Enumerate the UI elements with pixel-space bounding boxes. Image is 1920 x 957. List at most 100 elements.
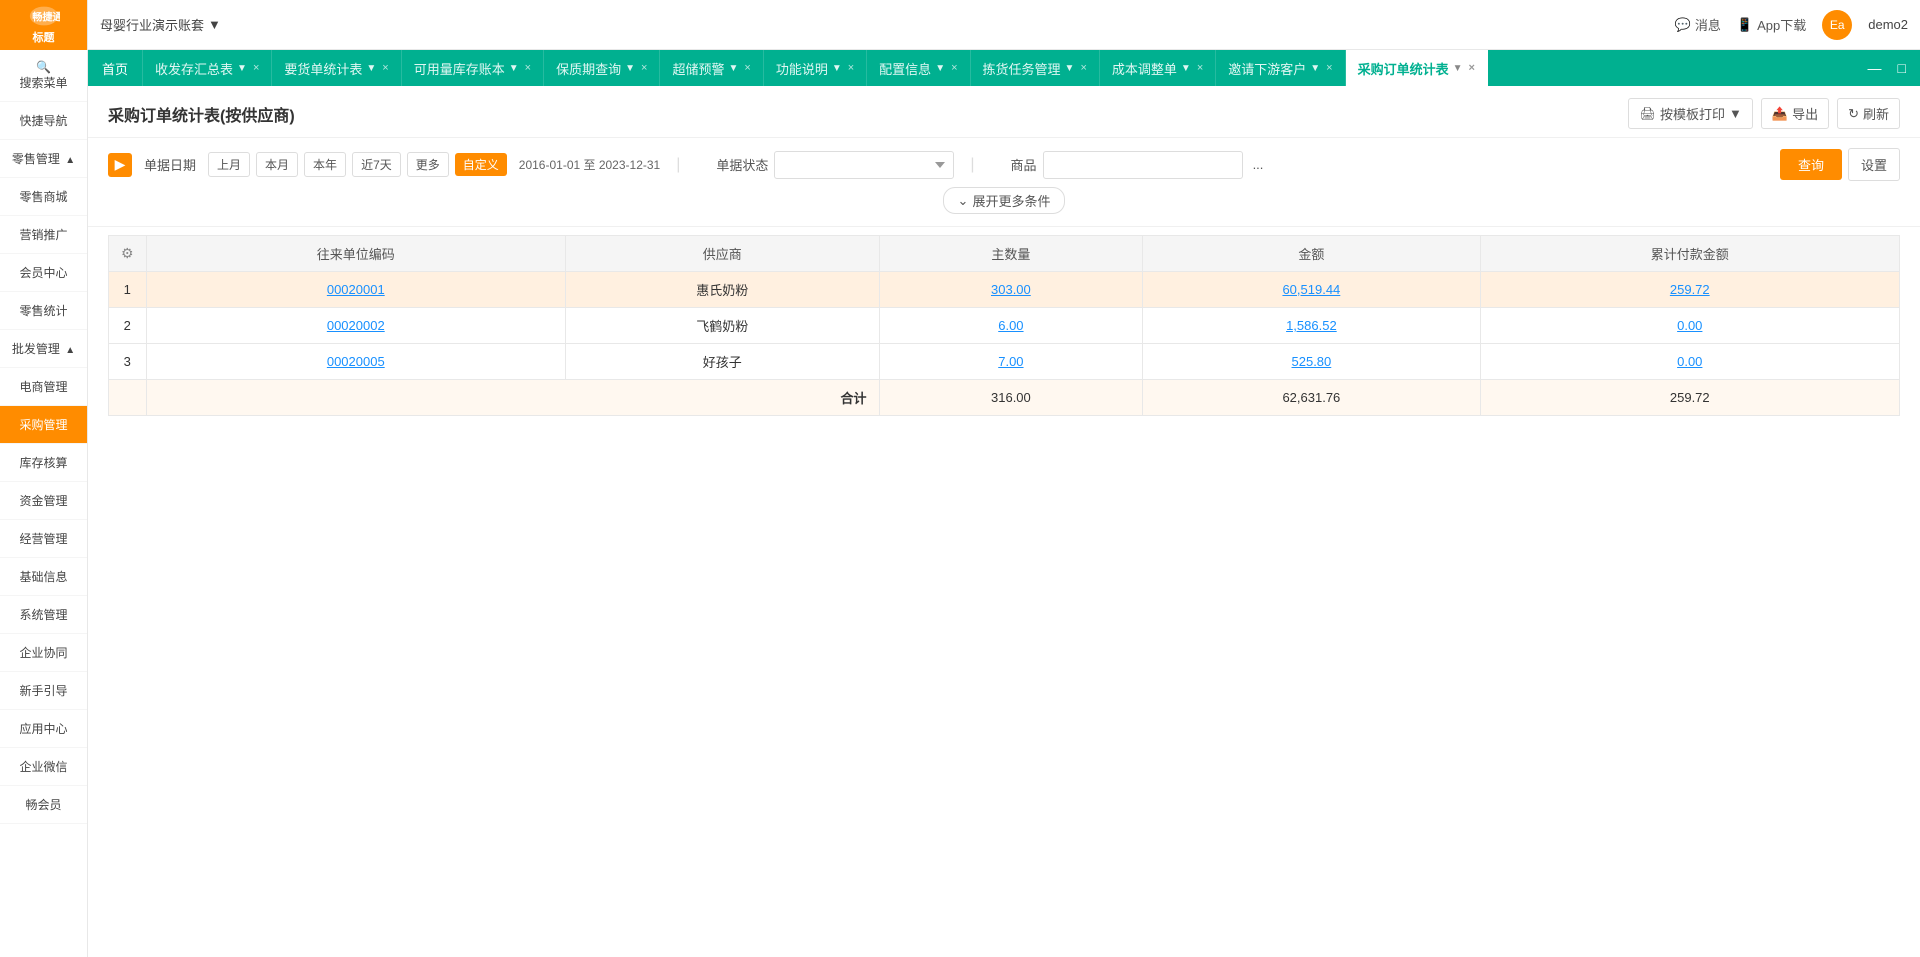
footer-paid: 259.72 xyxy=(1480,380,1899,416)
sidebar-item-vip[interactable]: 畅会员 xyxy=(0,786,87,824)
close-tab-config[interactable]: × xyxy=(951,62,957,74)
close-tab-collect-pay[interactable]: × xyxy=(253,62,259,74)
close-tab-invite-downstream[interactable]: × xyxy=(1326,62,1332,74)
this-month-label: 本月 xyxy=(265,158,289,172)
sidebar-label-newbie: 新手引导 xyxy=(19,684,67,698)
chevron-down-icon-tab7: ▼ xyxy=(1065,63,1075,74)
date-btn-7days[interactable]: 近7天 xyxy=(352,152,401,177)
table-row[interactable]: 3 00020005 好孩子 7.00 525.80 0.00 xyxy=(109,344,1900,380)
sidebar-item-app-center[interactable]: 应用中心 xyxy=(0,710,87,748)
avatar[interactable]: Ea xyxy=(1822,10,1852,40)
export-label: 导出 xyxy=(1792,104,1818,123)
sidebar-item-retail-shop[interactable]: 零售商城 xyxy=(0,178,87,216)
sidebar-item-finance[interactable]: 资金管理 xyxy=(0,482,87,520)
close-tab-purchase-stats[interactable]: × xyxy=(1469,62,1475,74)
maximize-button[interactable]: □ xyxy=(1892,58,1912,78)
column-settings-icon[interactable]: ⚙ xyxy=(121,245,134,261)
sidebar-item-search-menu[interactable]: 🔍 搜索菜单 xyxy=(0,50,87,102)
row-qty-1[interactable]: 303.00 xyxy=(879,272,1143,308)
row-paid-3[interactable]: 0.00 xyxy=(1480,344,1899,380)
row-amount-1[interactable]: 60,519.44 xyxy=(1143,272,1480,308)
tab-available-stock[interactable]: 可用量库存账本 ▼ × xyxy=(402,50,544,86)
logo-text: 标题 xyxy=(33,29,55,45)
tab-requisition[interactable]: 要货单统计表 ▼ × xyxy=(272,50,401,86)
logo[interactable]: 畅捷通 标题 xyxy=(0,0,87,50)
row-qty-3[interactable]: 7.00 xyxy=(879,344,1143,380)
close-tab-requisition[interactable]: × xyxy=(382,62,388,74)
goods-filter-input[interactable] xyxy=(1043,151,1243,179)
row-code-1[interactable]: 00020001 xyxy=(146,272,565,308)
more-filter-button[interactable]: ... xyxy=(1253,157,1264,172)
tab-home[interactable]: 首页 xyxy=(88,50,143,86)
workspace-selector[interactable]: 母婴行业演示账套 ▼ xyxy=(100,15,221,34)
status-filter-select[interactable] xyxy=(774,151,954,179)
minimize-button[interactable]: — xyxy=(1862,58,1888,78)
7days-label: 近7天 xyxy=(361,158,392,172)
export-button[interactable]: 📤 导出 xyxy=(1761,98,1829,129)
row-qty-2[interactable]: 6.00 xyxy=(879,308,1143,344)
close-tab-picking-task[interactable]: × xyxy=(1080,62,1086,74)
sidebar-item-ecommerce[interactable]: 电商管理 xyxy=(0,368,87,406)
tab-shelf-life[interactable]: 保质期查询 ▼ × xyxy=(544,50,660,86)
close-tab-functions[interactable]: × xyxy=(848,62,854,74)
message-button[interactable]: 💬 消息 xyxy=(1675,15,1721,34)
sidebar-item-system[interactable]: 系统管理 xyxy=(0,596,87,634)
sidebar-item-operations[interactable]: 经营管理 xyxy=(0,520,87,558)
tab-functions[interactable]: 功能说明 ▼ × xyxy=(764,50,867,86)
expand-filter-button[interactable]: ⌄ 展开更多条件 xyxy=(943,187,1066,214)
tab-config[interactable]: 配置信息 ▼ × xyxy=(867,50,970,86)
close-tab-available-stock[interactable]: × xyxy=(525,62,531,74)
date-btn-more[interactable]: 更多 xyxy=(407,152,449,177)
row-paid-1[interactable]: 259.72 xyxy=(1480,272,1899,308)
refresh-label: 刷新 xyxy=(1863,104,1889,123)
sidebar-item-inventory[interactable]: 库存核算 xyxy=(0,444,87,482)
date-btn-last-month[interactable]: 上月 xyxy=(208,152,250,177)
print-button[interactable]: 🖨 按模板打印 ▼ xyxy=(1628,98,1752,129)
refresh-button[interactable]: ↻ 刷新 xyxy=(1837,98,1900,129)
sidebar-item-corp-wechat[interactable]: 企业微信 xyxy=(0,748,87,786)
table-row[interactable]: 1 00020001 惠氏奶粉 303.00 60,519.44 259.72 xyxy=(109,272,1900,308)
sidebar-item-retail[interactable]: 零售管理 ▲ xyxy=(0,140,87,178)
logo-icon: 畅捷通 xyxy=(28,5,60,27)
tab-picking-task[interactable]: 拣货任务管理 ▼ × xyxy=(971,50,1100,86)
sidebar-item-marketing[interactable]: 营销推广 xyxy=(0,216,87,254)
tab-collect-pay[interactable]: 收发存汇总表 ▼ × xyxy=(143,50,272,86)
tab-overstock[interactable]: 超储预警 ▼ × xyxy=(660,50,763,86)
close-tab-cost-adjust[interactable]: × xyxy=(1197,62,1203,74)
this-year-label: 本年 xyxy=(313,158,337,172)
row-code-3[interactable]: 00020005 xyxy=(146,344,565,380)
row-code-2[interactable]: 00020002 xyxy=(146,308,565,344)
page-title: 采购订单统计表(按供应商) xyxy=(108,102,295,126)
sidebar-label-system: 系统管理 xyxy=(19,608,67,622)
row-amount-3[interactable]: 525.80 xyxy=(1143,344,1480,380)
app-download-button[interactable]: 📱 App下载 xyxy=(1737,15,1806,34)
tab-cost-adjust[interactable]: 成本调整单 ▼ × xyxy=(1100,50,1216,86)
sidebar-item-retail-stats[interactable]: 零售统计 xyxy=(0,292,87,330)
sidebar-item-enterprise[interactable]: 企业协同 xyxy=(0,634,87,672)
filter-area: ▶ 单据日期 上月 本月 本年 近7天 xyxy=(88,138,1920,227)
close-tab-overstock[interactable]: × xyxy=(744,62,750,74)
sidebar-item-wholesale[interactable]: 批发管理 ▲ xyxy=(0,330,87,368)
row-amount-2[interactable]: 1,586.52 xyxy=(1143,308,1480,344)
table-row[interactable]: 2 00020002 飞鹤奶粉 6.00 1,586.52 0.00 xyxy=(109,308,1900,344)
close-tab-shelf-life[interactable]: × xyxy=(641,62,647,74)
sidebar-label-enterprise: 企业协同 xyxy=(19,646,67,660)
sidebar-item-quick-nav[interactable]: 快捷导航 xyxy=(0,102,87,140)
tab-purchase-stats[interactable]: 采购订单统计表 ▼ × xyxy=(1346,50,1488,86)
sidebar-item-newbie[interactable]: 新手引导 xyxy=(0,672,87,710)
sidebar-item-member[interactable]: 会员中心 xyxy=(0,254,87,292)
filter-settings-button[interactable]: 设置 xyxy=(1848,148,1900,181)
row-index-1: 1 xyxy=(109,272,147,308)
sidebar-item-basic-info[interactable]: 基础信息 xyxy=(0,558,87,596)
sidebar-item-purchase[interactable]: 采购管理 xyxy=(0,406,87,444)
username[interactable]: demo2 xyxy=(1868,17,1908,32)
date-btn-this-month[interactable]: 本月 xyxy=(256,152,298,177)
filter-toggle-button[interactable]: ▶ xyxy=(108,153,132,177)
row-index-3: 3 xyxy=(109,344,147,380)
search-button[interactable]: 查询 xyxy=(1780,149,1842,180)
row-paid-2[interactable]: 0.00 xyxy=(1480,308,1899,344)
date-btn-this-year[interactable]: 本年 xyxy=(304,152,346,177)
tab-requisition-label: 要货单统计表 xyxy=(284,59,362,78)
tab-invite-downstream[interactable]: 邀请下游客户 ▼ × xyxy=(1216,50,1345,86)
date-custom-button[interactable]: 自定义 xyxy=(455,153,507,176)
